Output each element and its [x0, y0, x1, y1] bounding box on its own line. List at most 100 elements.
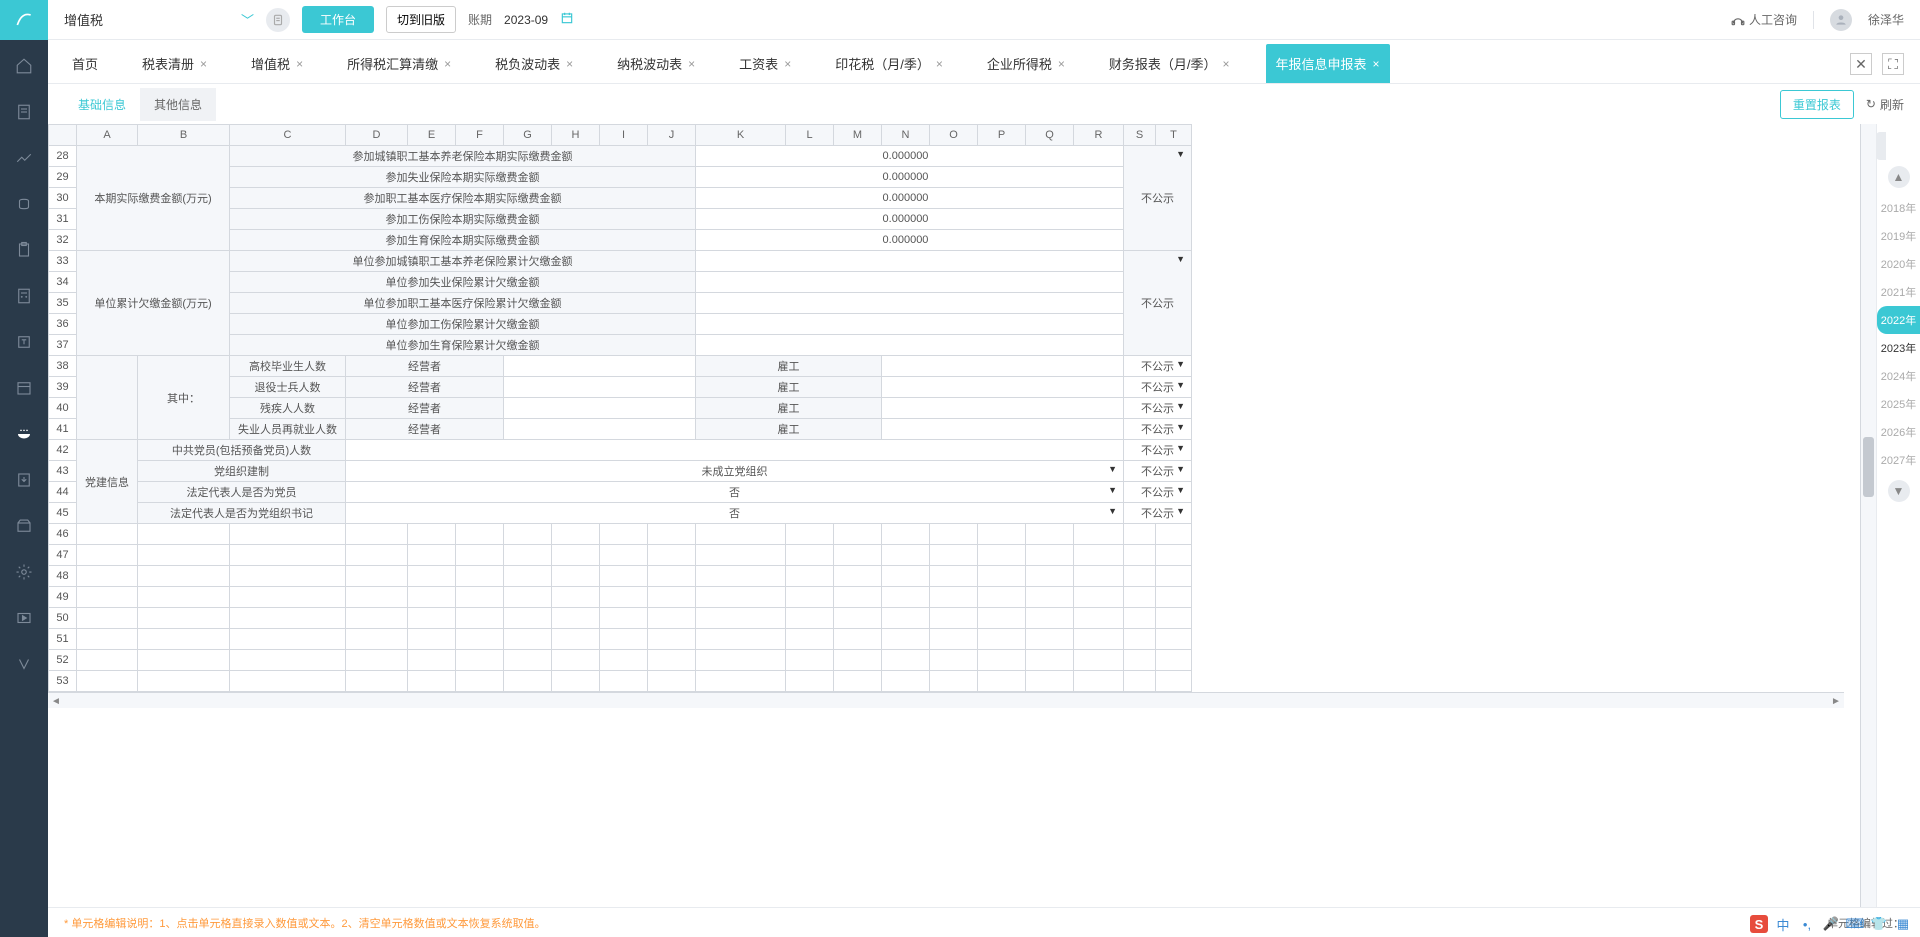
ime-s-icon[interactable]: S: [1750, 915, 1768, 933]
cell[interactable]: [456, 587, 504, 608]
horizontal-scrollbar[interactable]: ◄ ►: [48, 692, 1844, 708]
cell[interactable]: 雇工: [696, 398, 882, 419]
cell[interactable]: [1156, 629, 1192, 650]
tab-7[interactable]: 印花税（月/季）×: [827, 54, 951, 83]
cell[interactable]: [408, 629, 456, 650]
cell[interactable]: [552, 545, 600, 566]
cell[interactable]: [456, 671, 504, 692]
cell[interactable]: [504, 566, 552, 587]
cell[interactable]: [834, 587, 882, 608]
row-head-28[interactable]: 28: [49, 146, 77, 167]
cell[interactable]: [138, 524, 230, 545]
row-head-37[interactable]: 37: [49, 335, 77, 356]
cell[interactable]: 不公示: [1124, 356, 1192, 377]
cell[interactable]: [1124, 650, 1156, 671]
cell[interactable]: 党建信息: [77, 440, 138, 524]
cell[interactable]: 单位参加职工基本医疗保险累计欠缴金额: [230, 293, 696, 314]
ime-tool-icon[interactable]: ▦: [1894, 915, 1912, 933]
cell[interactable]: [882, 419, 1124, 440]
subtab-basic[interactable]: 基础信息: [64, 88, 140, 121]
cell[interactable]: [648, 629, 696, 650]
cell[interactable]: [230, 650, 346, 671]
spreadsheet[interactable]: ABCDEFGHIJKLMNOPQRST28本期实际缴费金额(万元)参加城镇职工…: [48, 124, 1860, 907]
cell[interactable]: 否: [346, 482, 1124, 503]
switch-old-button[interactable]: 切到旧版: [386, 6, 456, 33]
cell[interactable]: [1074, 545, 1124, 566]
cell[interactable]: [600, 566, 648, 587]
cell[interactable]: [1026, 524, 1074, 545]
cell[interactable]: [1074, 566, 1124, 587]
cell[interactable]: [1026, 545, 1074, 566]
cell[interactable]: [834, 671, 882, 692]
cell[interactable]: [346, 608, 408, 629]
close-icon[interactable]: ×: [444, 57, 451, 71]
cell[interactable]: [786, 587, 834, 608]
cell[interactable]: [600, 587, 648, 608]
cell[interactable]: 参加生育保险本期实际缴费金额: [230, 230, 696, 251]
cell[interactable]: [978, 671, 1026, 692]
cell[interactable]: [456, 566, 504, 587]
cell[interactable]: 经营者: [346, 419, 504, 440]
tab-3[interactable]: 所得税汇算清缴×: [339, 54, 459, 83]
ime-mic-icon[interactable]: 🎤: [1822, 915, 1840, 933]
cell[interactable]: [504, 629, 552, 650]
cell[interactable]: [600, 524, 648, 545]
nav-export-icon[interactable]: [0, 466, 48, 494]
cell[interactable]: [696, 272, 1124, 293]
cell[interactable]: 不公示: [1124, 461, 1192, 482]
tab-0[interactable]: 首页: [64, 54, 106, 83]
cell[interactable]: [696, 650, 786, 671]
cell[interactable]: [978, 545, 1026, 566]
close-icon[interactable]: ×: [784, 57, 791, 71]
row-head-41[interactable]: 41: [49, 419, 77, 440]
cell[interactable]: [552, 566, 600, 587]
nav-money-icon[interactable]: [0, 190, 48, 218]
row-head-44[interactable]: 44: [49, 482, 77, 503]
cell[interactable]: [930, 587, 978, 608]
row-head-43[interactable]: 43: [49, 461, 77, 482]
nav-clipboard-icon[interactable]: [0, 236, 48, 264]
col-head-A[interactable]: A: [77, 125, 138, 146]
cell[interactable]: 中共党员(包括预备党员)人数: [138, 440, 346, 461]
cell[interactable]: [882, 545, 930, 566]
cell[interactable]: 单位参加工伤保险累计欠缴金额: [230, 314, 696, 335]
cell[interactable]: 经营者: [346, 398, 504, 419]
cell[interactable]: [882, 356, 1124, 377]
cell[interactable]: [346, 629, 408, 650]
cell[interactable]: [138, 671, 230, 692]
col-head-C[interactable]: C: [230, 125, 346, 146]
cell[interactable]: 其中：: [138, 356, 230, 440]
nav-home-icon[interactable]: [0, 52, 48, 80]
year-2019年[interactable]: 2019年: [1877, 222, 1920, 250]
cell[interactable]: [882, 671, 930, 692]
cell[interactable]: [346, 524, 408, 545]
cell[interactable]: [504, 608, 552, 629]
year-2024年[interactable]: 2024年: [1877, 362, 1920, 390]
cell[interactable]: [552, 671, 600, 692]
row-head-45[interactable]: 45: [49, 503, 77, 524]
row-head-40[interactable]: 40: [49, 398, 77, 419]
cell[interactable]: [77, 545, 138, 566]
cell[interactable]: [504, 545, 552, 566]
cell[interactable]: [696, 545, 786, 566]
cell[interactable]: [504, 524, 552, 545]
year-2027年[interactable]: 2027年: [1877, 446, 1920, 474]
nav-doc-icon[interactable]: [0, 98, 48, 126]
cell[interactable]: [408, 671, 456, 692]
cell[interactable]: 雇工: [696, 419, 882, 440]
nav-calc-icon[interactable]: [0, 282, 48, 310]
cell[interactable]: 参加职工基本医疗保险本期实际缴费金额: [230, 188, 696, 209]
cell[interactable]: [930, 629, 978, 650]
cell[interactable]: [882, 608, 930, 629]
cell[interactable]: [456, 545, 504, 566]
ime-lang-icon[interactable]: 中: [1774, 915, 1792, 933]
cell[interactable]: [786, 608, 834, 629]
row-head-29[interactable]: 29: [49, 167, 77, 188]
col-head-F[interactable]: F: [456, 125, 504, 146]
period-value[interactable]: 2023-09: [504, 13, 548, 27]
tab-10[interactable]: 年报信息申报表×: [1266, 44, 1390, 83]
cell[interactable]: [786, 524, 834, 545]
cell[interactable]: [138, 608, 230, 629]
reset-button[interactable]: 重置报表: [1780, 90, 1854, 119]
cell[interactable]: [77, 566, 138, 587]
